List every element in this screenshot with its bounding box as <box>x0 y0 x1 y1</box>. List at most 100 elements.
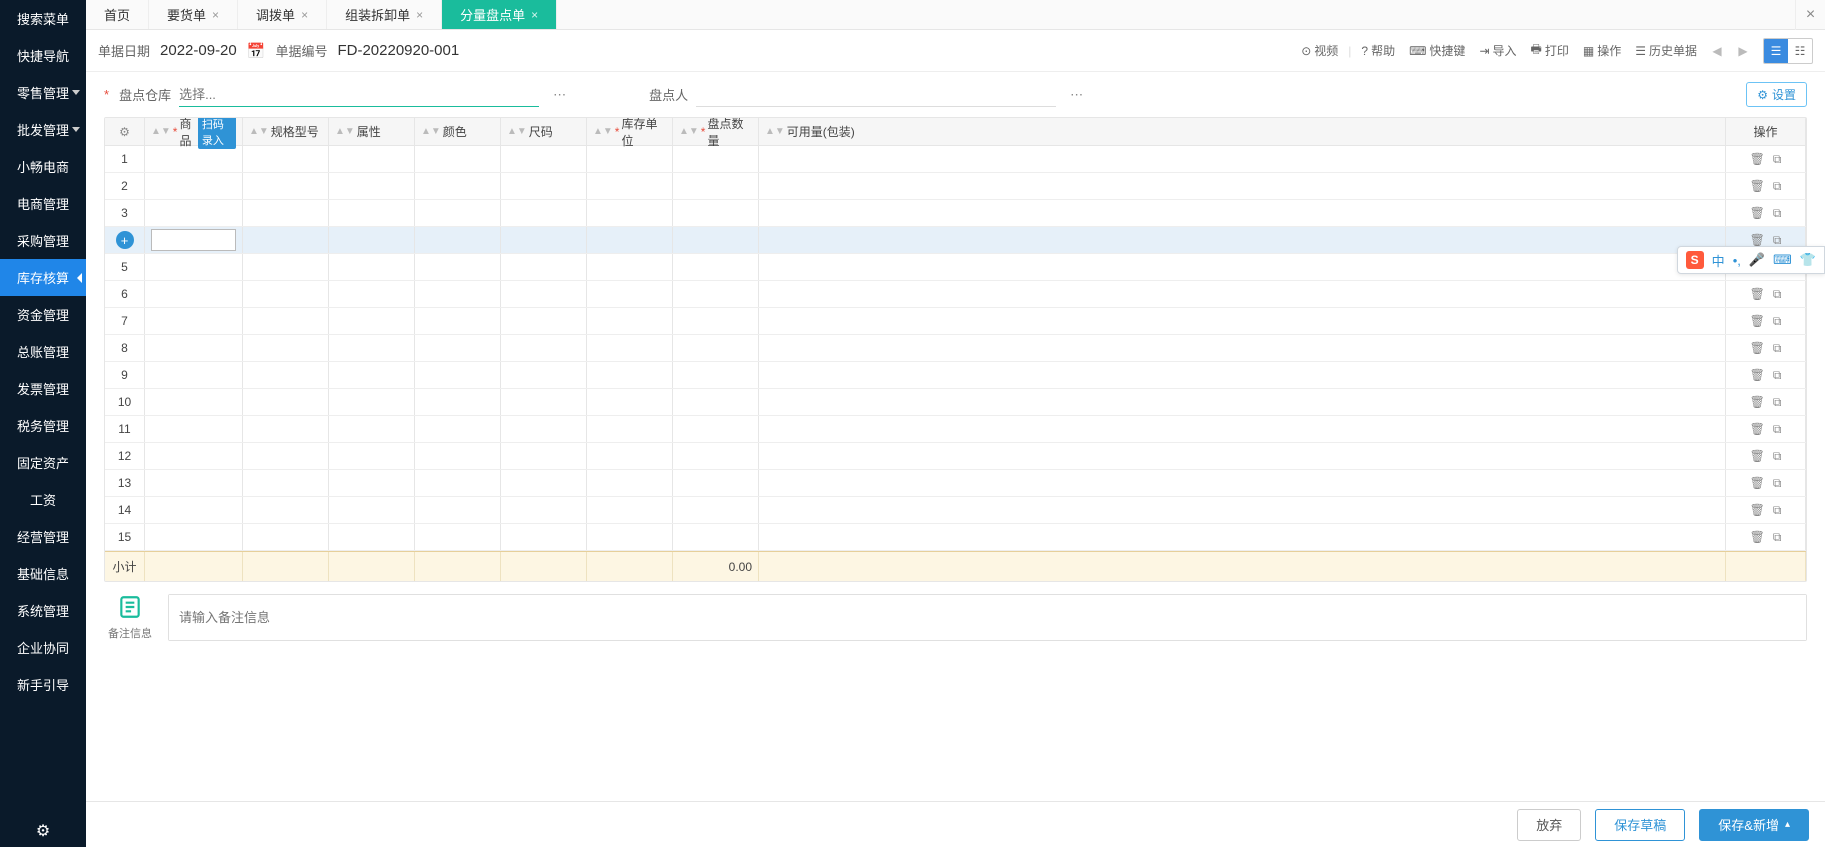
cell[interactable] <box>415 443 501 469</box>
sidebar-item-system[interactable]: 系统管理 <box>0 592 86 629</box>
cell[interactable] <box>587 443 673 469</box>
prev-doc-icon[interactable]: ◀ <box>1707 39 1727 63</box>
shortcut-link[interactable]: ⌨快捷键 <box>1405 42 1469 59</box>
cell[interactable] <box>673 308 759 334</box>
cell-product[interactable] <box>145 227 243 253</box>
cell[interactable] <box>501 335 587 361</box>
cell[interactable] <box>759 362 1726 388</box>
cell[interactable] <box>673 173 759 199</box>
sidebar-item-funds[interactable]: 资金管理 <box>0 296 86 333</box>
duplicate-row-icon[interactable]: ⧉ <box>1773 179 1782 194</box>
col-unit[interactable]: ▲▼*库存单位 <box>587 118 673 145</box>
cell-product[interactable] <box>145 497 243 523</box>
cell[interactable] <box>501 281 587 307</box>
cell[interactable] <box>415 227 501 253</box>
sidebar-item-salary[interactable]: 工资 <box>0 481 86 518</box>
cell[interactable] <box>587 227 673 253</box>
tab-home[interactable]: 首页 <box>86 0 149 29</box>
cell[interactable] <box>501 200 587 226</box>
scan-badge[interactable]: 扫码录入 <box>198 117 236 149</box>
delete-row-icon[interactable]: 🗑 <box>1750 287 1765 302</box>
cell[interactable] <box>673 335 759 361</box>
table-row[interactable]: 2🗑⧉ <box>105 173 1806 200</box>
cell[interactable] <box>759 308 1726 334</box>
cell[interactable] <box>673 200 759 226</box>
save-new-button[interactable]: 保存&新增▴ <box>1699 809 1809 841</box>
delete-row-icon[interactable]: 🗑 <box>1750 503 1765 518</box>
delete-row-icon[interactable]: 🗑 <box>1750 395 1765 410</box>
import-link[interactable]: ⇥导入 <box>1475 42 1520 59</box>
cell[interactable] <box>329 227 415 253</box>
ime-logo-icon[interactable]: S <box>1686 251 1704 269</box>
duplicate-row-icon[interactable]: ⧉ <box>1773 152 1782 167</box>
cell[interactable] <box>329 524 415 550</box>
cell[interactable] <box>329 443 415 469</box>
cell[interactable] <box>329 146 415 172</box>
cell[interactable] <box>501 254 587 280</box>
cell[interactable] <box>759 281 1726 307</box>
sidebar-item-inventory[interactable]: 库存核算 <box>0 259 86 296</box>
cell[interactable] <box>243 443 329 469</box>
cell[interactable] <box>415 200 501 226</box>
delete-row-icon[interactable]: 🗑 <box>1750 152 1765 167</box>
cell[interactable] <box>587 200 673 226</box>
cell[interactable] <box>415 146 501 172</box>
cell[interactable] <box>759 227 1726 253</box>
sidebar-item-tax[interactable]: 税务管理 <box>0 407 86 444</box>
cell[interactable] <box>587 389 673 415</box>
cell[interactable] <box>329 416 415 442</box>
cell[interactable] <box>243 173 329 199</box>
cell[interactable] <box>243 335 329 361</box>
cell[interactable] <box>243 146 329 172</box>
cell[interactable] <box>759 335 1726 361</box>
cell[interactable] <box>243 497 329 523</box>
next-doc-icon[interactable]: ▶ <box>1733 39 1753 63</box>
cell[interactable] <box>243 470 329 496</box>
cell[interactable] <box>673 470 759 496</box>
help-link[interactable]: ?帮助 <box>1357 42 1399 59</box>
add-row-icon[interactable]: + <box>116 231 134 249</box>
col-color[interactable]: ▲▼颜色 <box>415 118 501 145</box>
cell[interactable] <box>329 497 415 523</box>
sidebar-item-retail[interactable]: 零售管理 <box>0 74 86 111</box>
cell[interactable] <box>243 389 329 415</box>
cell-product[interactable] <box>145 416 243 442</box>
sidebar-item-xiaochang[interactable]: 小畅电商 <box>0 148 86 185</box>
cell-product[interactable] <box>145 200 243 226</box>
cell[interactable] <box>501 524 587 550</box>
cell[interactable] <box>673 524 759 550</box>
cell[interactable] <box>415 389 501 415</box>
cell[interactable] <box>587 308 673 334</box>
cell[interactable] <box>415 173 501 199</box>
sidebar-item-quicknav[interactable]: 快捷导航 <box>0 37 86 74</box>
duplicate-row-icon[interactable]: ⧉ <box>1773 206 1782 221</box>
cell[interactable] <box>759 524 1726 550</box>
table-row[interactable]: 5🗑⧉ <box>105 254 1806 281</box>
cell[interactable] <box>415 497 501 523</box>
sidebar-item-basicinfo[interactable]: 基础信息 <box>0 555 86 592</box>
cell[interactable] <box>243 281 329 307</box>
delete-row-icon[interactable]: 🗑 <box>1750 530 1765 545</box>
cell-product[interactable] <box>145 146 243 172</box>
table-row[interactable]: 12🗑⧉ <box>105 443 1806 470</box>
table-row[interactable]: 6🗑⧉ <box>105 281 1806 308</box>
delete-row-icon[interactable]: 🗑 <box>1750 476 1765 491</box>
cell[interactable] <box>329 362 415 388</box>
delete-row-icon[interactable]: 🗑 <box>1750 449 1765 464</box>
tab-assembly[interactable]: 组装拆卸单× <box>327 0 442 29</box>
cell[interactable] <box>243 524 329 550</box>
table-row[interactable]: 9🗑⧉ <box>105 362 1806 389</box>
col-size[interactable]: ▲▼尺码 <box>501 118 587 145</box>
sidebar-item-search[interactable]: 搜索菜单 <box>0 0 86 37</box>
duplicate-row-icon[interactable]: ⧉ <box>1773 530 1782 545</box>
cell[interactable] <box>501 416 587 442</box>
col-config-icon[interactable]: ⚙ <box>105 118 145 145</box>
delete-row-icon[interactable]: 🗑 <box>1750 422 1765 437</box>
cell[interactable] <box>329 308 415 334</box>
cell[interactable] <box>501 443 587 469</box>
sidebar-item-guide[interactable]: 新手引导 <box>0 666 86 703</box>
cell[interactable] <box>673 443 759 469</box>
close-icon[interactable]: × <box>531 8 538 22</box>
table-row[interactable]: 14🗑⧉ <box>105 497 1806 524</box>
cell[interactable] <box>329 389 415 415</box>
